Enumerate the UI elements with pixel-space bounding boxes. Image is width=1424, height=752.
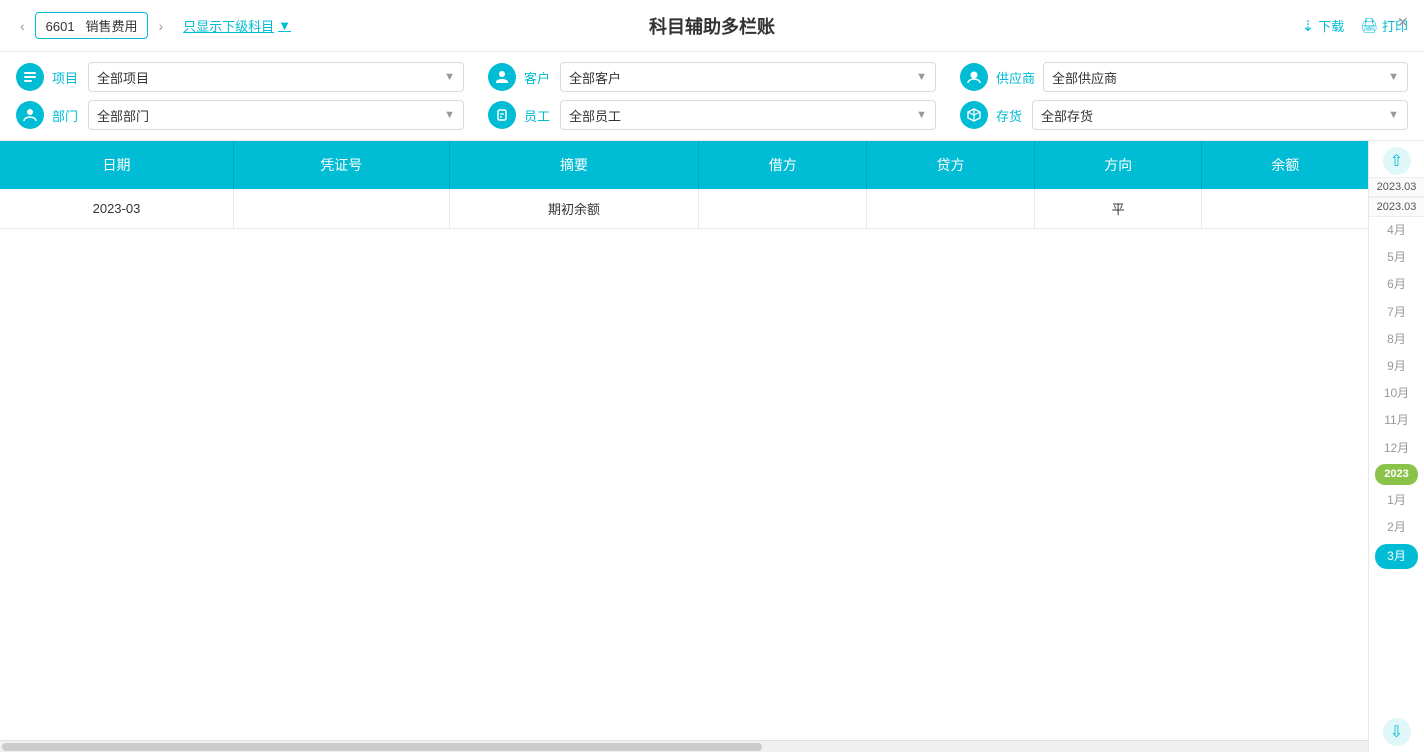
timeline-item[interactable]: 11月 [1369, 407, 1424, 434]
timeline-item[interactable]: 6月 [1369, 271, 1424, 298]
chevron-down-icon: ▼ [1388, 71, 1399, 83]
page-title: 科目辅助多栏账 [649, 13, 775, 39]
col-summary: 摘要 [449, 141, 699, 189]
timeline-item[interactable]: 4月 [1369, 217, 1424, 244]
timeline-item[interactable]: 9月 [1369, 353, 1424, 380]
cell-voucher [233, 189, 449, 229]
col-credit: 贷方 [867, 141, 1035, 189]
download-button[interactable]: ⇣ 下载 [1302, 16, 1345, 35]
employee-icon [488, 101, 516, 129]
chevron-down-icon: ▼ [916, 71, 927, 83]
customer-label: 客户 [524, 68, 552, 87]
timeline-item[interactable]: 7月 [1369, 299, 1424, 326]
timeline-item[interactable]: 2月 [1369, 514, 1424, 541]
account-nav: ‹ 6601 销售费用 › [16, 12, 167, 39]
account-code-name: 6601 销售费用 [35, 12, 149, 39]
table-wrapper[interactable]: 日期 凭证号 摘要 借方 贷方 方向 余额 2023-03 期初余额 平 [0, 141, 1368, 740]
table-scroll-area: 日期 凭证号 摘要 借方 贷方 方向 余额 2023-03 期初余额 平 [0, 141, 1368, 752]
account-name: 销售费用 [85, 19, 137, 34]
top-bar: ‹ 6601 销售费用 › 只显示下级科目 ▼ 科目辅助多栏账 ⇣ 下载 🖨 打… [0, 0, 1424, 52]
customer-icon [488, 63, 516, 91]
table-body: 2023-03 期初余额 平 [0, 189, 1368, 229]
project-label: 项目 [52, 68, 80, 87]
filter-customer: 客户 全部客户 ▼ [488, 62, 936, 92]
bottom-scrollbar[interactable] [0, 740, 1368, 752]
scrollbar-thumb [2, 743, 762, 751]
show-sub-button[interactable]: 只显示下级科目 ▼ [183, 16, 291, 35]
timeline-item[interactable]: 2023.03 [1369, 177, 1424, 197]
filter-supplier: 供应商 全部供应商 ▼ [960, 62, 1408, 92]
show-sub-label: 只显示下级科目 [183, 16, 274, 35]
project-select[interactable]: 全部项目 ▼ [88, 62, 464, 92]
account-code: 6601 [46, 19, 75, 34]
cell-summary: 期初余额 [449, 189, 699, 229]
department-label: 部门 [52, 106, 80, 125]
timeline-item[interactable]: 8月 [1369, 326, 1424, 353]
timeline-item[interactable]: 2023 [1375, 464, 1418, 486]
inventory-icon [960, 101, 988, 129]
data-table: 日期 凭证号 摘要 借方 贷方 方向 余额 2023-03 期初余额 平 [0, 141, 1368, 229]
close-button[interactable]: × [1397, 12, 1408, 33]
timeline-item[interactable]: 12月 [1369, 435, 1424, 462]
employee-select[interactable]: 全部员工 ▼ [560, 100, 936, 130]
timeline-items: 2023.032023.034月5月6月7月8月9月10月11月12月20231… [1369, 177, 1424, 716]
timeline-down-arrow[interactable]: ⇩ [1383, 718, 1411, 746]
chevron-down-icon: ▼ [916, 109, 927, 121]
supplier-select[interactable]: 全部供应商 ▼ [1043, 62, 1408, 92]
supplier-label: 供应商 [996, 68, 1035, 87]
filter-employee: 员工 全部员工 ▼ [488, 100, 936, 130]
filter-inventory: 存货 全部存货 ▼ [960, 100, 1408, 130]
app-layout: ‹ 6601 销售费用 › 只显示下级科目 ▼ 科目辅助多栏账 ⇣ 下载 🖨 打… [0, 0, 1424, 752]
timeline-item[interactable]: 10月 [1369, 380, 1424, 407]
chevron-down-icon: ▼ [278, 18, 291, 33]
col-voucher: 凭证号 [233, 141, 449, 189]
inventory-label: 存货 [996, 106, 1024, 125]
table-header-row: 日期 凭证号 摘要 借方 贷方 方向 余额 [0, 141, 1368, 189]
filter-project: 项目 全部项目 ▼ [16, 62, 464, 92]
nav-prev-arrow[interactable]: ‹ [16, 16, 29, 36]
department-icon [16, 101, 44, 129]
col-debit: 借方 [699, 141, 867, 189]
project-icon [16, 63, 44, 91]
filter-department: 部门 全部部门 ▼ [16, 100, 464, 130]
timeline-item[interactable]: 2023.03 [1369, 197, 1424, 217]
download-icon: ⇣ [1302, 17, 1315, 35]
nav-next-arrow[interactable]: › [154, 16, 167, 36]
timeline-item[interactable]: 1月 [1369, 487, 1424, 514]
timeline-up-arrow[interactable]: ⇧ [1383, 147, 1411, 175]
cell-debit [699, 189, 867, 229]
col-balance: 余额 [1202, 141, 1368, 189]
cell-direction: 平 [1034, 189, 1202, 229]
customer-select[interactable]: 全部客户 ▼ [560, 62, 936, 92]
filter-bar: 项目 全部项目 ▼ 客户 全部客户 ▼ 供应商 全部供应商 ▼ [0, 52, 1424, 141]
chevron-down-icon: ▼ [1388, 109, 1399, 121]
col-direction: 方向 [1034, 141, 1202, 189]
supplier-icon [960, 63, 988, 91]
department-select[interactable]: 全部部门 ▼ [88, 100, 464, 130]
col-date: 日期 [0, 141, 233, 189]
inventory-select[interactable]: 全部存货 ▼ [1032, 100, 1408, 130]
top-actions: ⇣ 下载 🖨 打印 [1302, 16, 1408, 35]
content-row: 日期 凭证号 摘要 借方 贷方 方向 余额 2023-03 期初余额 平 [0, 141, 1424, 752]
cell-date: 2023-03 [0, 189, 233, 229]
employee-label: 员工 [524, 106, 552, 125]
timeline-panel: ⇧ 2023.032023.034月5月6月7月8月9月10月11月12月202… [1368, 141, 1424, 752]
cell-balance [1202, 189, 1368, 229]
cell-credit [867, 189, 1035, 229]
chevron-down-icon: ▼ [444, 71, 455, 83]
print-icon: 🖨 [1360, 17, 1378, 34]
timeline-item[interactable]: 3月 [1375, 544, 1418, 569]
timeline-item[interactable]: 5月 [1369, 244, 1424, 271]
table-row[interactable]: 2023-03 期初余额 平 [0, 189, 1368, 229]
chevron-down-icon: ▼ [444, 109, 455, 121]
